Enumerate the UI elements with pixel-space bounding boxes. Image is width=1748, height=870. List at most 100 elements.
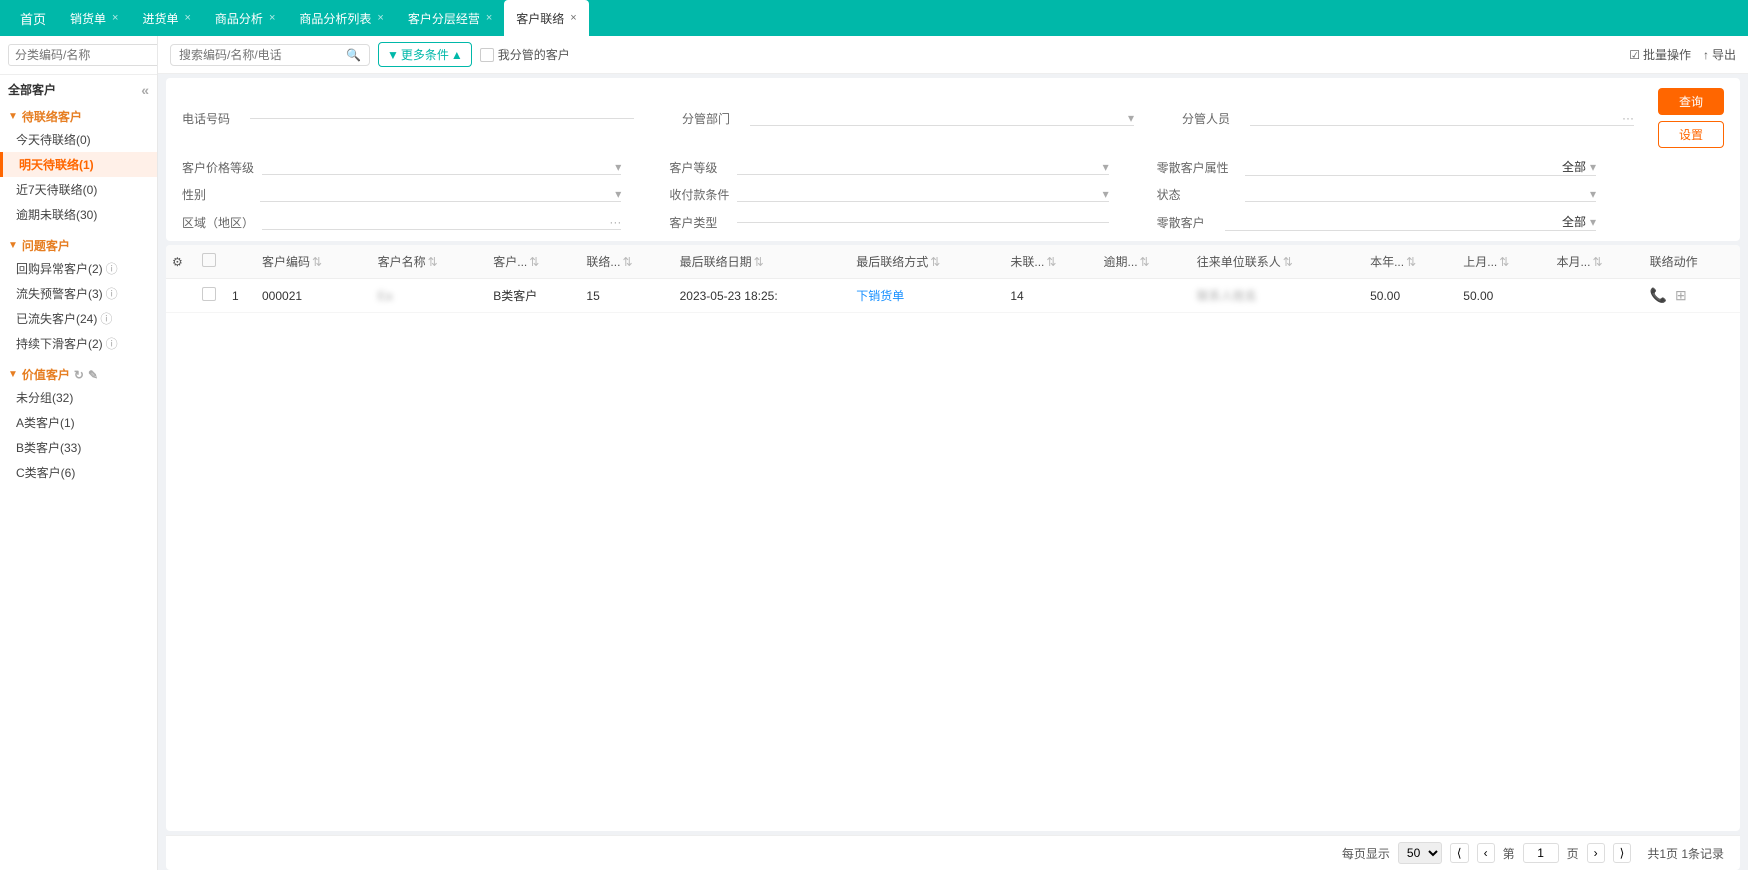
nav-goods-analysis-close[interactable]: × [269,12,275,24]
toolbar-right: ☑ 批量操作 ↑ 导出 [1629,46,1736,63]
export-btn[interactable]: ↑ 导出 [1703,46,1736,63]
gender-chevron[interactable]: ▾ [615,187,621,201]
nav-purchase-close[interactable]: × [184,12,190,24]
toolbar-search-box: 🔍 [170,44,370,66]
sidebar-item-7days[interactable]: 近7天待联络(0) [0,177,157,202]
nav-customer-segment-close[interactable]: × [486,12,492,24]
retail-attr-chevron[interactable]: ▾ [1590,160,1596,174]
nav-customer-contact[interactable]: 客户联络 × [504,0,588,36]
page-size-label: 每页显示 [1342,845,1390,862]
nav-goods-analysis-list[interactable]: 商品分析列表 × [287,0,395,36]
action-grid-icon[interactable]: ⊞ [1675,287,1687,304]
person-more[interactable]: ··· [1622,111,1634,125]
nav-home[interactable]: 首页 [8,0,58,36]
col-action-header: 联络动作 [1644,245,1740,279]
row-type: B类客户 [487,279,580,313]
my-customer-checkbox[interactable] [480,48,494,62]
select-all-checkbox[interactable] [202,253,216,267]
settings-button[interactable]: 设置 [1658,121,1724,148]
sidebar-item-today[interactable]: 今天待联络(0) [0,127,157,152]
sidebar-search-input[interactable] [8,44,158,66]
pagination-prev[interactable]: ‹ [1477,843,1495,863]
action-phone-icon[interactable]: 📞 [1650,287,1667,304]
gear-icon[interactable]: ⚙ [172,255,183,269]
row-check[interactable] [196,279,226,313]
sidebar-item-ungrouped[interactable]: 未分组(32) [0,385,157,410]
dept-chevron[interactable]: ▾ [1128,111,1134,125]
refresh-icon[interactable]: ↻ [74,368,84,382]
sidebar-problem-group: ▼ 问题客户 [0,233,157,256]
sort-contact[interactable]: ⇅ [622,255,632,269]
row-lastmethod[interactable]: 下销货单 [850,279,1004,313]
sidebar-collapse-icon[interactable]: « [141,82,149,98]
nav-customer-contact-close[interactable]: × [570,12,576,24]
price-chevron[interactable]: ▾ [615,160,621,174]
sort-thisyear[interactable]: ⇅ [1406,255,1416,269]
status-chevron[interactable]: ▾ [1590,187,1596,201]
info-icon-churn: ⓘ [106,285,118,302]
col-lastmonth-header: 上月...⇅ [1457,245,1550,279]
filter-cell-dept: 分管部门 ▾ [682,110,1134,127]
page-input[interactable] [1523,843,1559,863]
table-area: ⚙ 客户编码⇅ 客户名称⇅ 客户...⇅ [166,245,1740,831]
clevel-label: 客户等级 [669,159,729,176]
nav-goods-analysis-list-close[interactable]: × [377,12,383,24]
sort-nocontact[interactable]: ⇅ [1046,255,1056,269]
sort-type[interactable]: ⇅ [529,255,539,269]
page-size-select[interactable]: 50 [1398,842,1442,864]
sidebar-item-tomorrow[interactable]: 明天待联络(1) [0,152,157,177]
row-lastmonth: 50.00 [1457,279,1550,313]
region-more[interactable]: ··· [609,215,621,229]
batch-btn[interactable]: ☑ 批量操作 [1629,46,1691,63]
sort-overdue[interactable]: ⇅ [1140,255,1150,269]
nav-sales[interactable]: 销货单 × [58,0,130,36]
sort-code[interactable]: ⇅ [312,255,322,269]
price-label: 客户价格等级 [182,159,254,176]
toolbar-search-input[interactable] [179,48,342,62]
sidebar-item-overdue[interactable]: 逾期未联络(30) [0,202,157,227]
sort-contactperson[interactable]: ⇅ [1283,255,1293,269]
row-lastdate: 2023-05-23 18:25: [674,279,851,313]
sidebar-pending-group: ▼ 待联络客户 [0,104,157,127]
sort-name[interactable]: ⇅ [428,255,438,269]
sort-thismonth[interactable]: ⇅ [1592,255,1602,269]
info-icon-declining: ⓘ [106,335,118,352]
sort-lastmethod[interactable]: ⇅ [930,255,940,269]
sidebar-item-b-class[interactable]: B类客户(33) [0,435,157,460]
sidebar-item-churned[interactable]: 已流失客户(24) ⓘ [0,306,157,331]
filter-cell-ctype: 客户类型 [669,214,1108,231]
sidebar: 🔍 全部客户 « ▼ 待联络客户 今天待联络(0) 明天待联络(1) 近7天待联… [0,36,158,870]
sidebar-item-c-class[interactable]: C类客户(6) [0,460,157,485]
sidebar-item-a-class[interactable]: A类客户(1) [0,410,157,435]
nav-customer-segment[interactable]: 客户分层经营 × [396,0,504,36]
sidebar-item-abnormal[interactable]: 回购异常客户(2) ⓘ [0,256,157,281]
my-customer-check[interactable]: 我分管的客户 [480,46,570,63]
query-button[interactable]: 查询 [1658,88,1724,115]
retail-chevron[interactable]: ▾ [1590,215,1596,229]
toolbar: 🔍 ▼ 更多条件 ▲ 我分管的客户 ☑ 批量操作 ↑ 导出 [158,36,1748,74]
pagination-prev-prev[interactable]: ⟨ [1450,843,1469,863]
edit-icon[interactable]: ✎ [88,368,98,382]
filter-more-btn[interactable]: ▼ 更多条件 ▲ [378,42,472,67]
col-overdue-header: 逾期...⇅ [1098,245,1191,279]
nav-goods-analysis[interactable]: 商品分析 × [203,0,287,36]
nav-sales-close[interactable]: × [112,12,118,24]
toolbar-search-icon[interactable]: 🔍 [346,48,361,62]
sidebar-all-customers[interactable]: 全部客户 « [0,75,157,104]
col-check-header [196,245,226,279]
sidebar-item-declining[interactable]: 持续下滑客户(2) ⓘ [0,331,157,356]
sort-lastdate[interactable]: ⇅ [754,255,764,269]
payment-chevron[interactable]: ▾ [1103,187,1109,201]
nav-purchase[interactable]: 进货单 × [130,0,202,36]
clevel-chevron[interactable]: ▾ [1103,160,1109,174]
lastmethod-link[interactable]: 下销货单 [856,289,904,303]
pagination-next-next[interactable]: ⟩ [1613,843,1632,863]
row-checkbox[interactable] [202,287,216,301]
filter-row-4: 区域（地区） ··· 客户类型 零散客户 全部 ▾ [182,213,1724,231]
pagination-next[interactable]: › [1587,843,1605,863]
info-icon-abnormal: ⓘ [106,260,118,277]
col-gear-header: ⚙ [166,245,196,279]
sidebar-item-churn-warning[interactable]: 流失预警客户(3) ⓘ [0,281,157,306]
filter-cell-price: 客户价格等级 ▾ [182,159,621,176]
sort-lastmonth[interactable]: ⇅ [1499,255,1509,269]
